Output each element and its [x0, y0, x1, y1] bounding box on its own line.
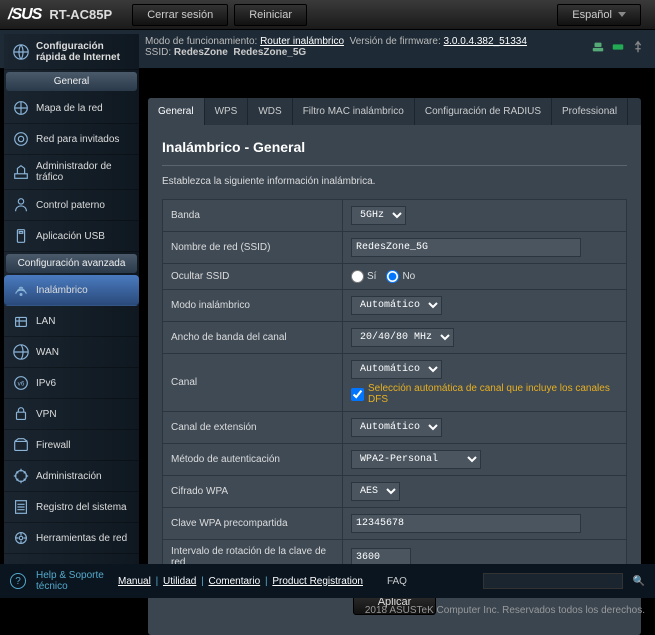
model-label: RT-AC85P	[49, 7, 112, 22]
tab-configuración-de-radius[interactable]: Configuración de RADIUS	[415, 98, 552, 125]
sidebar-item-wan[interactable]: WAN	[4, 337, 139, 368]
auth-label: Método de autenticación	[163, 444, 343, 476]
key-input[interactable]	[351, 514, 581, 533]
ssid-field-label: Nombre de red (SSID)	[163, 232, 343, 264]
sidebar-item-registro-del-sistema[interactable]: Registro del sistema	[4, 492, 139, 523]
sidebar-item-aplicación-usb[interactable]: Aplicación USB	[4, 221, 139, 252]
footer-link-comentario[interactable]: Comentario	[208, 576, 260, 587]
mode-value[interactable]: Router inalámbrico	[260, 36, 344, 47]
panel-title: Inalámbrico - General	[162, 139, 627, 155]
nav-icon	[12, 498, 30, 516]
device-icon[interactable]	[591, 40, 605, 54]
wmode-select[interactable]: Automático	[351, 296, 442, 315]
footer-help: Help & Soporte técnico	[36, 570, 106, 592]
nav-icon	[12, 343, 30, 361]
ssid2-value: RedesZone_5G	[233, 47, 306, 58]
channel-select[interactable]: Automático	[351, 360, 442, 379]
fw-label: Versión de firmware:	[350, 36, 441, 47]
mode-label: Modo de funcionamiento:	[145, 36, 257, 47]
chevron-down-icon	[618, 12, 626, 17]
sidebar-item-mapa-de-la-red[interactable]: Mapa de la red	[4, 93, 139, 124]
nav-icon	[12, 163, 30, 181]
status-icon[interactable]	[611, 40, 625, 54]
sidebar-item-lan[interactable]: LAN	[4, 306, 139, 337]
hide-ssid-label: Ocultar SSID	[163, 264, 343, 290]
footer-faq[interactable]: FAQ	[387, 576, 407, 587]
key-label: Clave WPA precompartida	[163, 508, 343, 540]
tab-wds[interactable]: WDS	[248, 98, 292, 125]
sidebar-item-firewall[interactable]: Firewall	[4, 430, 139, 461]
brand-logo: /SUS	[8, 6, 41, 24]
nav-icon	[12, 130, 30, 148]
search-icon[interactable]: 🔍	[633, 576, 645, 587]
sidebar-item-inalámbrico[interactable]: Inalámbrico	[4, 275, 139, 306]
search-input[interactable]	[483, 573, 623, 589]
language-label: Español	[572, 9, 612, 21]
band-select[interactable]: 5GHz	[351, 206, 406, 225]
extch-select[interactable]: Automático	[351, 418, 442, 437]
nav-icon	[12, 312, 30, 330]
nav-icon	[12, 99, 30, 117]
globe-icon	[12, 43, 30, 61]
sidebar-item-administración[interactable]: Administración	[4, 461, 139, 492]
nav-icon	[12, 529, 30, 547]
fw-value[interactable]: 3.0.0.4.382_51334	[444, 36, 527, 47]
copyright-text: 2018 ASUSTeK Computer Inc. Reservados to…	[365, 605, 645, 616]
logout-button[interactable]: Cerrar sesión	[132, 4, 228, 26]
tab-general[interactable]: General	[148, 98, 205, 125]
nav-icon	[12, 405, 30, 423]
channel-label: Canal	[163, 354, 343, 412]
sidebar-item-vpn[interactable]: VPN	[4, 399, 139, 430]
sidebar-general-header: General	[6, 72, 137, 91]
footer-link-utilidad[interactable]: Utilidad	[163, 576, 196, 587]
nav-icon	[12, 281, 30, 299]
sidebar-quick-label: Configuración rápida de Internet	[36, 41, 131, 63]
nav-icon	[12, 436, 30, 454]
svg-text:v6: v6	[18, 381, 25, 388]
tab-filtro-mac-inalámbrico[interactable]: Filtro MAC inalámbrico	[293, 98, 415, 125]
reboot-button[interactable]: Reiniciar	[234, 4, 307, 26]
nav-icon: v6	[12, 374, 30, 392]
wmode-label: Modo inalámbrico	[163, 290, 343, 322]
ssid-label: SSID:	[145, 47, 171, 58]
bandwidth-label: Ancho de banda del canal	[163, 322, 343, 354]
sidebar-item-quick-setup[interactable]: Configuración rápida de Internet	[4, 34, 139, 70]
sidebar-advanced-header: Configuración avanzada	[6, 254, 137, 273]
footer-link-manual[interactable]: Manual	[118, 576, 151, 587]
enc-label: Cifrado WPA	[163, 476, 343, 508]
auth-select[interactable]: WPA2-Personal	[351, 450, 481, 469]
nav-icon	[12, 467, 30, 485]
footer-link-product-registration[interactable]: Product Registration	[272, 576, 363, 587]
enc-select[interactable]: AES	[351, 482, 400, 501]
nav-icon	[12, 227, 30, 245]
ssid-input[interactable]	[351, 238, 581, 257]
band-label: Banda	[163, 200, 343, 232]
sidebar-item-control-paterno[interactable]: Control paterno	[4, 190, 139, 221]
hide-no-radio[interactable]	[386, 270, 399, 283]
ssid1-value: RedesZone	[174, 47, 228, 58]
tab-professional[interactable]: Professional	[552, 98, 628, 125]
dfs-note: Selección automática de canal que incluy…	[368, 383, 618, 405]
usb-icon[interactable]	[631, 40, 645, 54]
bandwidth-select[interactable]: 20/40/80 MHz	[351, 328, 454, 347]
dfs-checkbox[interactable]	[351, 388, 364, 401]
hide-yes-radio[interactable]	[351, 270, 364, 283]
panel-description: Establezca la siguiente información inal…	[162, 176, 627, 187]
nav-icon	[12, 196, 30, 214]
sidebar-item-administrador-de-tráfico[interactable]: Administrador de tráfico	[4, 155, 139, 190]
language-selector[interactable]: Español	[557, 4, 641, 26]
sidebar-item-herramientas-de-red[interactable]: Herramientas de red	[4, 523, 139, 554]
help-icon[interactable]: ?	[10, 573, 26, 589]
sidebar-item-ipv6[interactable]: v6IPv6	[4, 368, 139, 399]
tab-wps[interactable]: WPS	[205, 98, 249, 125]
extch-label: Canal de extensión	[163, 412, 343, 444]
sidebar-item-red-para-invitados[interactable]: Red para invitados	[4, 124, 139, 155]
